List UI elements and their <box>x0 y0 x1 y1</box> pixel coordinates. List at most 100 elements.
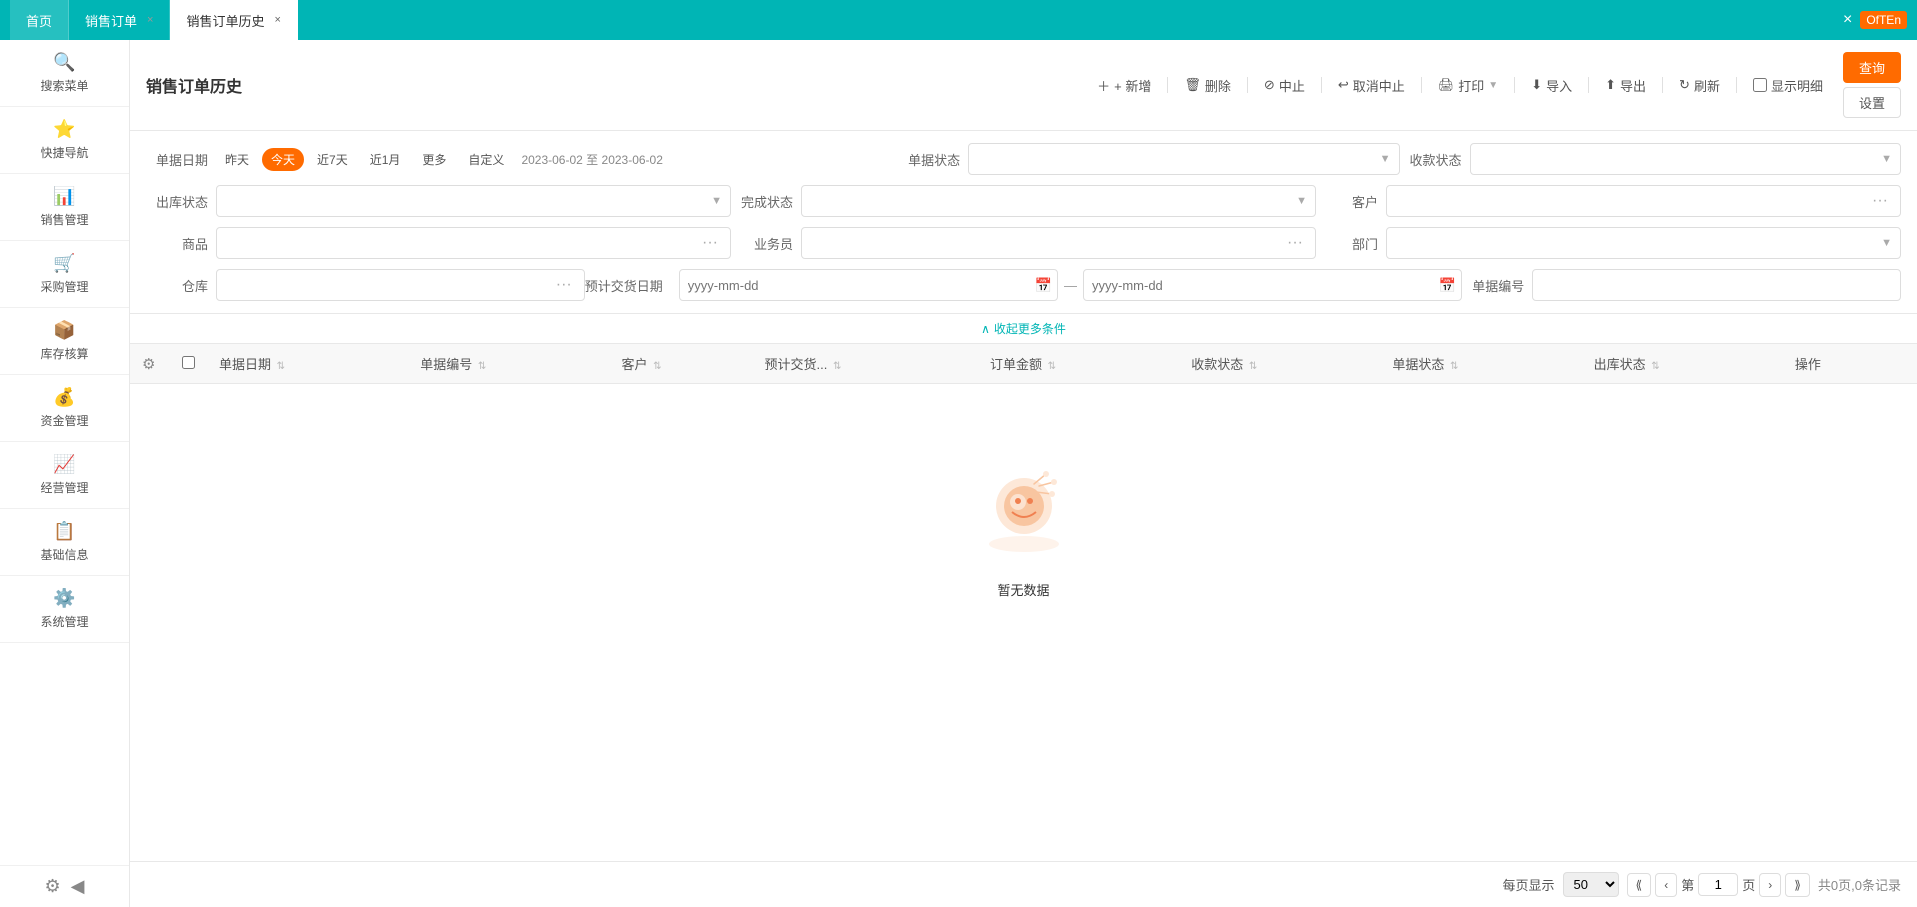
date-btn-more[interactable]: 更多 <box>413 148 455 171</box>
refresh-button[interactable]: ↻ 刷新 <box>1679 76 1720 95</box>
calendar-to-icon[interactable]: 📅 <box>1439 277 1456 294</box>
product-dots-icon[interactable]: ··· <box>698 234 722 252</box>
new-button[interactable]: ＋ + 新增 <box>1097 76 1151 95</box>
date-btn-today[interactable]: 今天 <box>262 148 304 171</box>
customer-select[interactable]: ··· <box>1386 185 1901 217</box>
tab-sales-order-history[interactable]: 销售订单历史 × <box>170 0 297 40</box>
date-range-display: 2023-06-02 至 2023-06-02 <box>521 151 662 168</box>
col-customer-sort[interactable]: ⇅ <box>653 361 661 372</box>
tab-sales-order-label: 销售订单 <box>85 11 137 30</box>
date-from: 2023-06-02 <box>521 153 582 167</box>
query-button[interactable]: 查询 <box>1843 52 1901 83</box>
print-button[interactable]: 🖨 打印 ▼ <box>1438 76 1498 95</box>
page-current-input[interactable] <box>1698 873 1738 896</box>
sidebar-item-purchase[interactable]: 🛒 采购管理 <box>0 241 129 308</box>
sidebar-item-quick-nav[interactable]: ⭐ 快捷导航 <box>0 107 129 174</box>
sidebar-item-sales[interactable]: 📊 销售管理 <box>0 174 129 241</box>
warehouse-dots-icon[interactable]: ··· <box>552 276 576 294</box>
col-order-amount-sort[interactable]: ⇅ <box>1048 361 1056 372</box>
sidebar-item-basic-info[interactable]: 📋 基础信息 <box>0 509 129 576</box>
oftern-badge: OfTEn <box>1860 11 1907 29</box>
tab-home[interactable]: 首页 <box>10 0 69 40</box>
display-detail-input[interactable] <box>1753 78 1767 92</box>
sidebar-settings-icon[interactable]: ⚙ <box>45 876 61 897</box>
data-table: ⚙ 单据日期 ⇅ 单据编号 ⇅ <box>130 344 1917 679</box>
product-select[interactable]: ··· <box>216 227 731 259</box>
customer-dots-icon[interactable]: ··· <box>1868 192 1892 210</box>
date-btn-custom[interactable]: 自定义 <box>459 148 513 171</box>
toolbar: ＋ + 新增 🗑 删除 ⊘ 中止 ↩ 取消中止 <box>1097 52 1901 118</box>
print-chevron-icon: ▼ <box>1488 80 1498 91</box>
outbound-status-select[interactable]: ▼ <box>216 185 731 217</box>
page-first-button[interactable]: ⟪ <box>1627 873 1652 897</box>
close-all-button[interactable]: × <box>1843 11 1852 29</box>
col-expected-delivery-label: 预计交货... <box>765 357 828 372</box>
sidebar-item-system[interactable]: ⚙️ 系统管理 <box>0 576 129 643</box>
complete-status-chevron: ▼ <box>1296 195 1307 207</box>
department-select[interactable]: ▼ <box>1386 227 1901 259</box>
salesperson-select[interactable]: ··· <box>801 227 1316 259</box>
filter-row-1: 单据日期 昨天 今天 近7天 近1月 更多 自定义 2023-06-02 <box>146 143 1901 175</box>
tab-sales-order-history-close[interactable]: × <box>274 14 280 26</box>
salesperson-dots-icon[interactable]: ··· <box>1283 234 1307 252</box>
export-button[interactable]: ⬆ 导出 <box>1605 76 1646 95</box>
import-button[interactable]: ⬇ 导入 <box>1531 76 1572 95</box>
display-detail-checkbox[interactable]: 显示明细 <box>1753 76 1823 95</box>
col-expected-delivery: 预计交货... ⇅ <box>753 344 978 384</box>
page-next-button[interactable]: › <box>1759 873 1781 897</box>
delete-icon: 🗑 <box>1184 77 1201 93</box>
filter-warehouse: 仓库 ··· <box>146 269 585 301</box>
page-last-button[interactable]: ⟫ <box>1785 873 1810 897</box>
date-btn-1month[interactable]: 近1月 <box>361 148 410 171</box>
page-size-select[interactable]: 50 10 20 100 <box>1563 872 1619 897</box>
bill-number-input[interactable] <box>1532 269 1901 301</box>
select-all-checkbox[interactable] <box>182 356 195 369</box>
date-btn-yesterday[interactable]: 昨天 <box>216 148 258 171</box>
tab-home-label: 首页 <box>26 11 52 30</box>
filter-bill-number: 单据编号 <box>1462 269 1901 301</box>
col-outbound-status-sort[interactable]: ⇅ <box>1651 361 1659 372</box>
col-payment-status-label: 收款状态 <box>1191 357 1243 372</box>
page-current-label: 第 <box>1681 875 1694 894</box>
finance-icon: 💰 <box>53 387 75 408</box>
purchase-icon: 🛒 <box>53 253 75 274</box>
sidebar-item-inventory[interactable]: 📦 库存核算 <box>0 308 129 375</box>
bill-status-select[interactable]: ▼ <box>968 143 1399 175</box>
col-expected-delivery-sort[interactable]: ⇅ <box>833 361 841 372</box>
operations-icon: 📈 <box>53 454 75 475</box>
collapse-button[interactable]: ∧ 收起更多条件 <box>981 320 1066 337</box>
filter-payment-status: 收款状态 ▼ <box>1400 143 1901 175</box>
sidebar-item-search-menu[interactable]: 🔍 搜索菜单 <box>0 40 129 107</box>
delete-button[interactable]: 🗑 删除 <box>1184 76 1231 95</box>
col-payment-status-sort[interactable]: ⇅ <box>1249 361 1257 372</box>
col-bill-number-sort[interactable]: ⇅ <box>478 361 486 372</box>
expected-date-to[interactable] <box>1083 269 1462 301</box>
tab-sales-order-close[interactable]: × <box>147 14 153 26</box>
page-prev-button[interactable]: ‹ <box>1655 873 1677 897</box>
warehouse-select[interactable]: ··· <box>216 269 585 301</box>
date-btn-7days[interactable]: 近7天 <box>308 148 357 171</box>
stop-button[interactable]: ⊘ 中止 <box>1264 76 1305 95</box>
collapse-row: ∧ 收起更多条件 <box>130 314 1917 344</box>
complete-status-select[interactable]: ▼ <box>801 185 1316 217</box>
col-checkbox <box>170 344 207 384</box>
filter-row-4: 仓库 ··· 预计交货日期 📅 — <box>146 269 1901 301</box>
settings-button[interactable]: 设置 <box>1843 87 1901 118</box>
cancel-stop-icon: ↩ <box>1338 77 1349 93</box>
cancel-stop-button[interactable]: ↩ 取消中止 <box>1338 76 1405 95</box>
sidebar-item-finance[interactable]: 💰 资金管理 <box>0 375 129 442</box>
expected-date-from[interactable] <box>679 269 1058 301</box>
col-bill-status-sort[interactable]: ⇅ <box>1450 361 1458 372</box>
tab-sales-order[interactable]: 销售订单 × <box>69 0 170 40</box>
filter-row-3: 商品 ··· 业务员 ··· 部门 <box>146 227 1901 259</box>
sidebar-item-operations[interactable]: 📈 经营管理 <box>0 442 129 509</box>
sidebar-item-operations-label: 经营管理 <box>40 479 88 496</box>
payment-status-select[interactable]: ▼ <box>1470 143 1901 175</box>
table-settings-icon[interactable]: ⚙ <box>142 356 155 373</box>
col-bill-date-sort[interactable]: ⇅ <box>277 361 285 372</box>
sidebar-item-sales-label: 销售管理 <box>40 211 88 228</box>
filter-date: 单据日期 昨天 今天 近7天 近1月 更多 自定义 2023-06-02 <box>146 148 898 171</box>
sidebar-collapse-icon[interactable]: ◀ <box>71 876 85 897</box>
calendar-from-icon[interactable]: 📅 <box>1035 277 1052 294</box>
filter-outbound-status: 出库状态 ▼ <box>146 185 731 217</box>
